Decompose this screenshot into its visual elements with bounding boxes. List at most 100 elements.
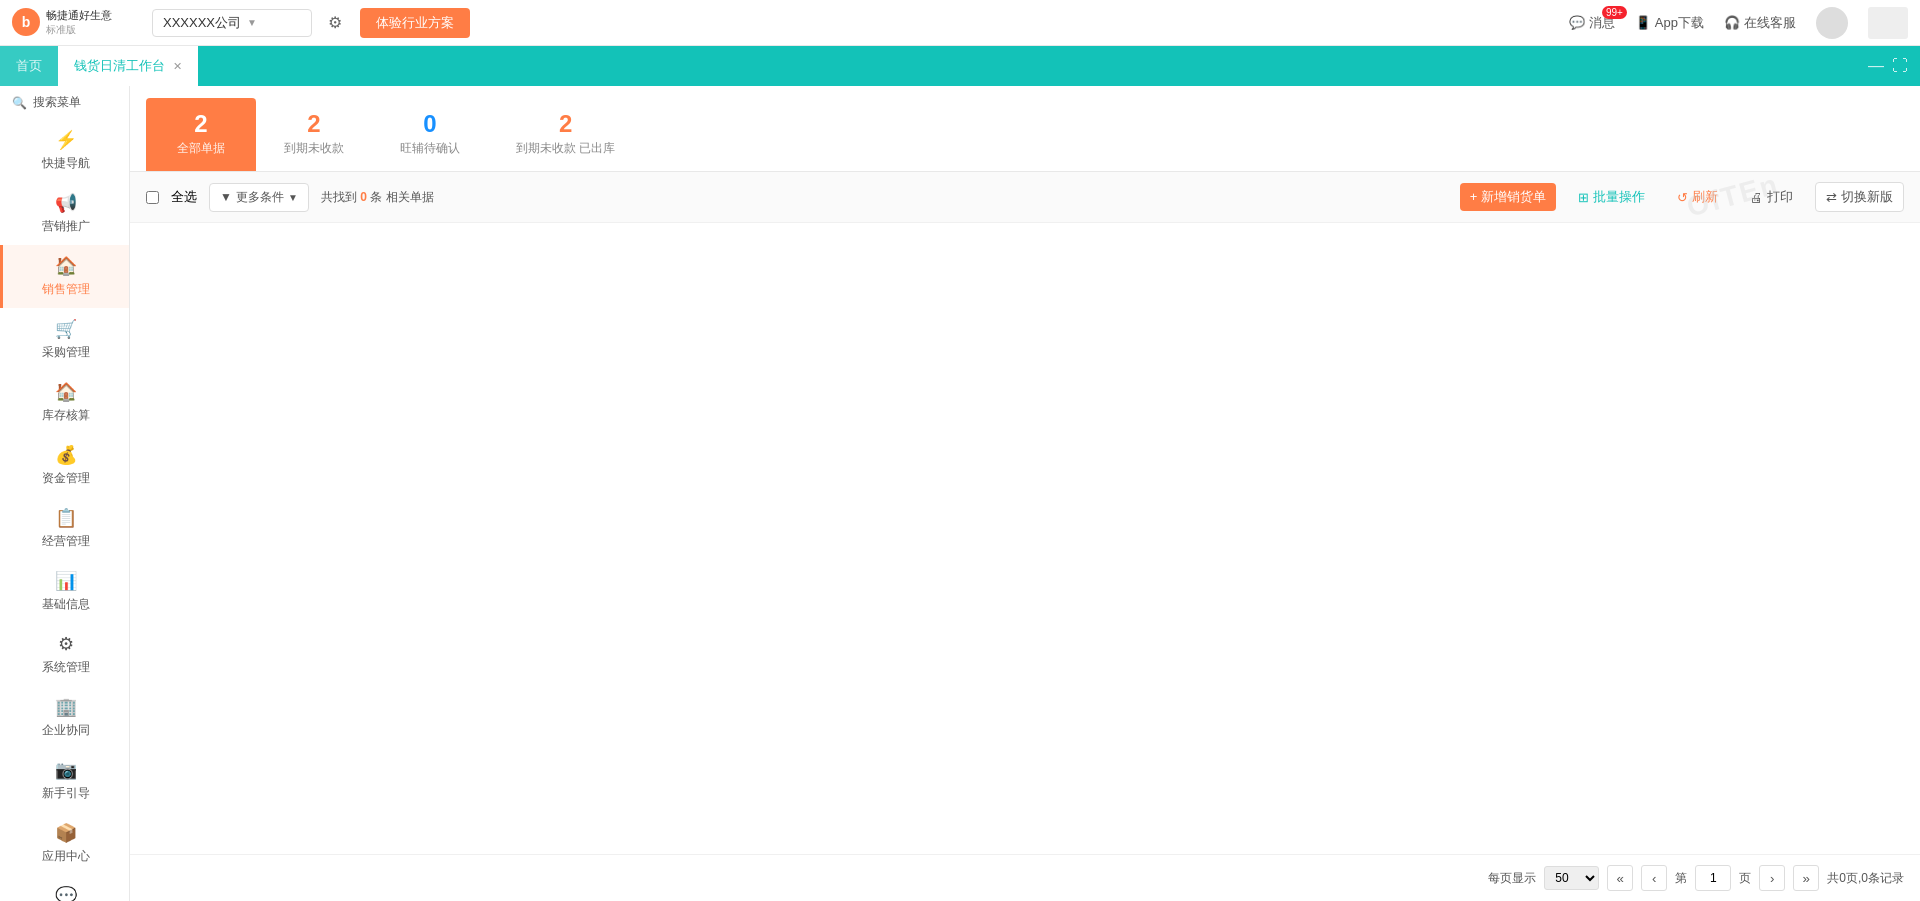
sidebar-label-basic: 基础信息	[42, 596, 90, 613]
sidebar-item-system[interactable]: ⚙ 系统管理	[0, 623, 129, 686]
stat-overdue-out-num: 2	[559, 110, 572, 138]
inventory-icon: 🏠	[55, 381, 77, 403]
app-download-icon: 📱	[1635, 15, 1651, 30]
switch-version-btn[interactable]: ⇄ 切换新版	[1815, 182, 1904, 212]
settings-icon[interactable]: ⚙	[320, 8, 350, 38]
message-item[interactable]: 💬 消息 99+	[1569, 14, 1615, 32]
prev-page-btn[interactable]: ‹	[1641, 865, 1667, 891]
headset-icon: 🎧	[1724, 15, 1740, 30]
print-icon: 🖨	[1750, 190, 1763, 205]
stat-all-label: 全部单据	[177, 140, 225, 157]
system-icon: ⚙	[58, 633, 74, 655]
content-area: 2 全部单据 2 到期未收款 0 旺辅待确认 2 到期未收款 已出库	[130, 86, 1920, 901]
stat-wangwang[interactable]: 0 旺辅待确认	[372, 98, 488, 171]
stat-wangwang-label: 旺辅待确认	[400, 140, 460, 157]
company-name: XXXXXX公司	[163, 14, 241, 32]
close-tab-icon[interactable]: ✕	[173, 60, 182, 73]
stat-all[interactable]: 2 全部单据	[146, 98, 256, 171]
sidebar-label-purchase: 采购管理	[42, 344, 90, 361]
app-download-item[interactable]: 📱 App下载	[1635, 14, 1704, 32]
sidebar-label-marketing: 营销推广	[42, 218, 90, 235]
batch-btn[interactable]: ⊞ 批量操作	[1568, 183, 1655, 211]
add-order-btn[interactable]: + 新增销货单	[1460, 183, 1556, 211]
sidebar-item-guide[interactable]: 📷 新手引导	[0, 749, 129, 812]
avatar[interactable]	[1816, 7, 1848, 39]
sidebar-label-inventory: 库存核算	[42, 407, 90, 424]
chevron-down-icon: ▼	[247, 17, 257, 28]
sidebar-label-enterprise: 企业协同	[42, 722, 90, 739]
quick-nav-icon: ⚡	[55, 129, 77, 151]
marketing-icon: 📢	[55, 192, 77, 214]
per-page-select[interactable]: 50 20 100	[1544, 866, 1599, 890]
sidebar-item-business[interactable]: 📋 经营管理	[0, 497, 129, 560]
sidebar-item-purchase[interactable]: 🛒 采购管理	[0, 308, 129, 371]
app-version: 标准版	[46, 23, 112, 37]
table-area: OfTEn	[130, 223, 1920, 854]
filter-label: 更多条件	[236, 189, 284, 206]
sidebar-item-marketing[interactable]: 📢 营销推广	[0, 182, 129, 245]
maximize-icon[interactable]: ⛶	[1892, 57, 1908, 75]
filter-btn[interactable]: ▼ 更多条件 ▼	[209, 183, 309, 212]
refresh-btn[interactable]: ↺ 刷新	[1667, 183, 1728, 211]
sidebar-item-basic[interactable]: 📊 基础信息	[0, 560, 129, 623]
sidebar-item-sales[interactable]: 🏠 销售管理	[0, 245, 129, 308]
last-page-btn[interactable]: »	[1793, 865, 1819, 891]
toolbar-right: + 新增销货单 ⊞ 批量操作 ↺ 刷新 🖨 打印 ⇄	[1460, 182, 1904, 212]
select-all-checkbox[interactable]	[146, 191, 159, 204]
purchase-icon: 🛒	[55, 318, 77, 340]
home-tab-label: 首页	[16, 57, 42, 75]
stat-overdue[interactable]: 2 到期未收款	[256, 98, 372, 171]
filter-chevron-icon: ▼	[288, 192, 298, 203]
search-icon: 🔍	[12, 96, 27, 110]
batch-label: 批量操作	[1593, 188, 1645, 206]
app-name: 畅捷通好生意	[46, 8, 112, 22]
stat-overdue-out[interactable]: 2 到期未收款 已出库	[488, 98, 643, 171]
work-tab-label: 钱货日清工作台	[74, 57, 165, 75]
online-service-item[interactable]: 🎧 在线客服	[1724, 14, 1796, 32]
sidebar-label-system: 系统管理	[42, 659, 90, 676]
next-page-btn[interactable]: ›	[1759, 865, 1785, 891]
sidebar-item-enterprise[interactable]: 🏢 企业协同	[0, 686, 129, 749]
found-text: 共找到 0 条 相关单据	[321, 189, 434, 206]
company-selector[interactable]: XXXXXX公司 ▼	[152, 9, 312, 37]
per-page-label: 每页显示	[1488, 870, 1536, 887]
tab-bar-right: — ⛶	[1868, 46, 1920, 86]
main-layout: 🔍 搜索菜单 ⚡ 快捷导航 📢 营销推广 🏠 销售管理 🛒 采购管理 🏠 库存核…	[0, 86, 1920, 901]
tab-bar: 首页 钱货日清工作台 ✕ — ⛶	[0, 46, 1920, 86]
stat-wangwang-num: 0	[423, 110, 436, 138]
stat-all-num: 2	[194, 110, 207, 138]
page-suffix: 页	[1739, 870, 1751, 887]
sidebar-item-app-center[interactable]: 📦 应用中心	[0, 812, 129, 875]
top-header: b 畅捷通好生意 标准版 XXXXXX公司 ▼ ⚙ 体验行业方案 💬 消息 99…	[0, 0, 1920, 46]
filter-icon: ▼	[220, 190, 232, 204]
sidebar-item-capital[interactable]: 💰 资金管理	[0, 434, 129, 497]
logo-area: b 畅捷通好生意 标准版	[12, 8, 142, 36]
select-all-label: 全选	[171, 188, 197, 206]
minimize-icon[interactable]: —	[1868, 57, 1884, 75]
found-count: 0	[360, 190, 367, 204]
tab-home[interactable]: 首页	[0, 46, 58, 86]
logo-icon: b	[12, 8, 40, 36]
stat-overdue-label: 到期未收款	[284, 140, 344, 157]
search-menu-item[interactable]: 🔍 搜索菜单	[0, 86, 129, 119]
online-service-label: 在线客服	[1744, 14, 1796, 32]
guide-icon: 📷	[55, 759, 77, 781]
print-btn[interactable]: 🖨 打印	[1740, 183, 1803, 211]
first-page-btn[interactable]: «	[1607, 865, 1633, 891]
sales-icon: 🏠	[55, 255, 77, 277]
tab-work[interactable]: 钱货日清工作台 ✕	[58, 46, 198, 86]
stats-row: 2 全部单据 2 到期未收款 0 旺辅待确认 2 到期未收款 已出库	[130, 86, 1920, 172]
sidebar: 🔍 搜索菜单 ⚡ 快捷导航 📢 营销推广 🏠 销售管理 🛒 采购管理 🏠 库存核…	[0, 86, 130, 901]
refresh-label: 刷新	[1692, 188, 1718, 206]
current-page-input[interactable]	[1695, 865, 1731, 891]
sidebar-item-wechat[interactable]: 💬 企业微信	[0, 875, 129, 901]
wechat-icon: 💬	[55, 885, 77, 901]
watermark: OfTEn	[1683, 223, 1782, 224]
toolbar: 全选 ▼ 更多条件 ▼ 共找到 0 条 相关单据 + 新增销货单 ⊞ 批量	[130, 172, 1920, 223]
app-center-icon: 📦	[55, 822, 77, 844]
header-right: 💬 消息 99+ 📱 App下载 🎧 在线客服	[1569, 7, 1908, 39]
user-info-area[interactable]	[1868, 7, 1908, 39]
experience-btn[interactable]: 体验行业方案	[360, 8, 470, 38]
sidebar-item-quick-nav[interactable]: ⚡ 快捷导航	[0, 119, 129, 182]
sidebar-item-inventory[interactable]: 🏠 库存核算	[0, 371, 129, 434]
